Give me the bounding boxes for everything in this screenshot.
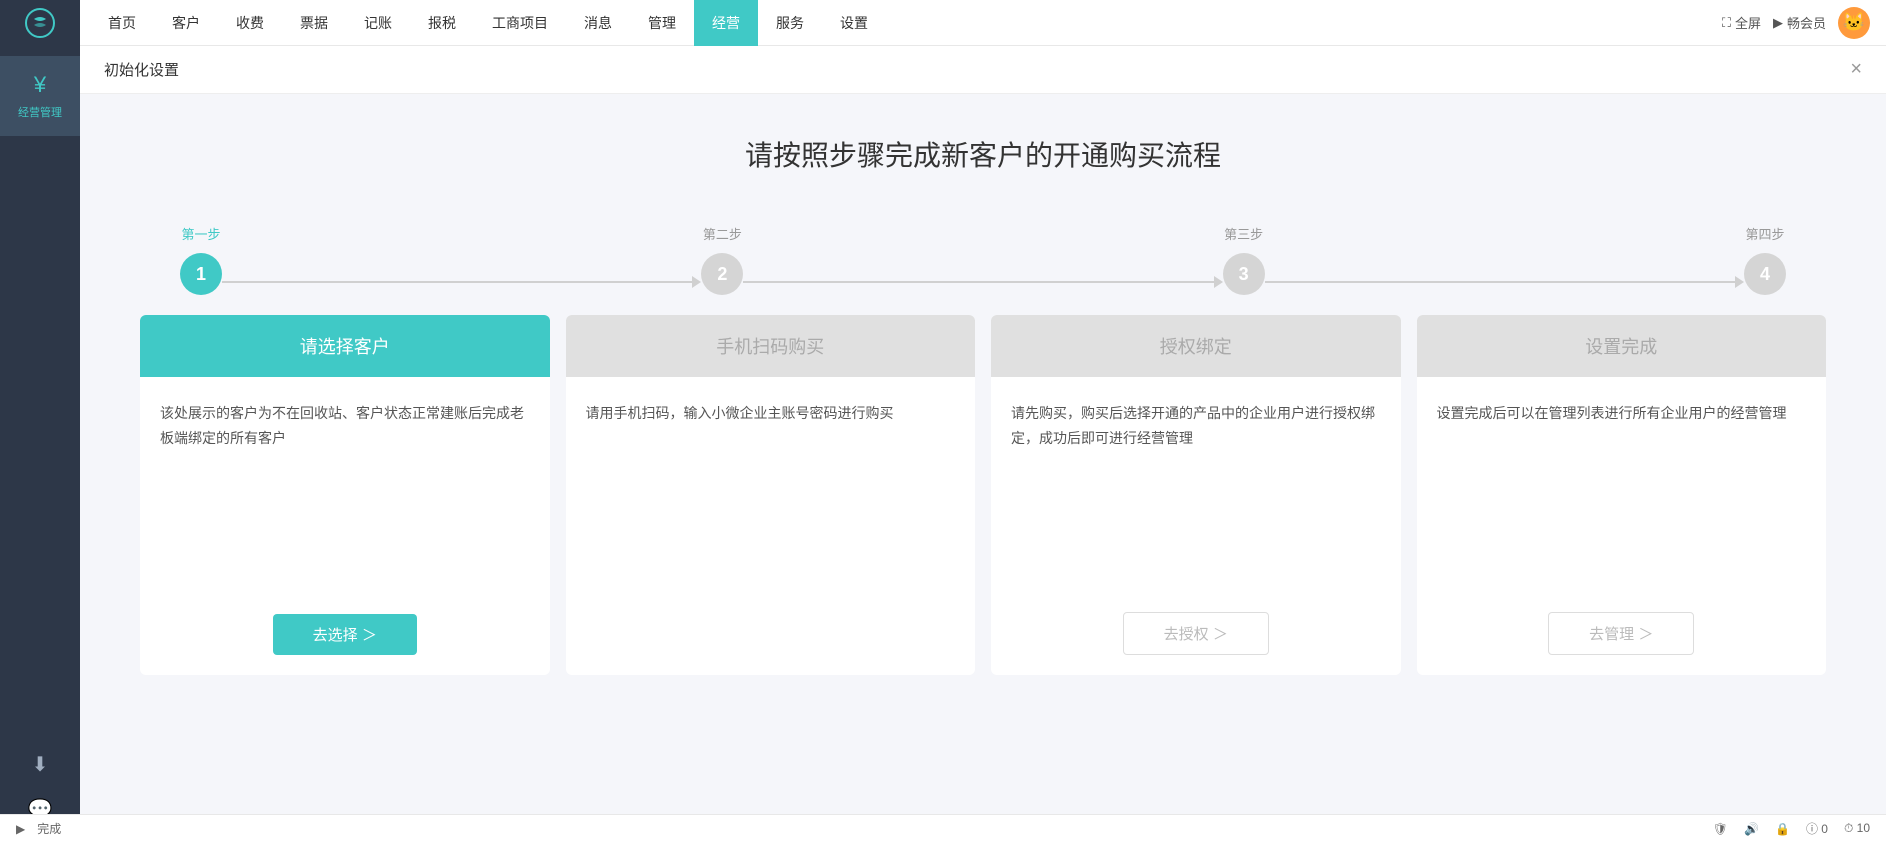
step-3-label: 第三步 [1224, 224, 1263, 243]
cards-row: 请选择客户 该处展示的客户为不在回收站、客户状态正常建账后完成老板端绑定的所有客… [140, 315, 1826, 675]
nav-home[interactable]: 首页 [90, 0, 154, 46]
nav-tax[interactable]: 报税 [410, 0, 474, 46]
step-1-label: 第一步 [181, 224, 220, 243]
nav-manage[interactable]: 管理 [630, 0, 694, 46]
nav-bill[interactable]: 票据 [282, 0, 346, 46]
app-logo [0, 0, 80, 46]
card-4-body: 设置完成后可以在管理列表进行所有企业用户的经营管理 [1417, 377, 1827, 592]
wizard-title: 请按照步骤完成新客户的开通购买流程 [140, 134, 1826, 174]
info-badge: ⓘ 0 [1806, 820, 1828, 837]
nav-settings[interactable]: 设置 [822, 0, 886, 46]
step-1: 第一步 1 [180, 224, 222, 295]
play-button[interactable]: ▶ [16, 822, 25, 836]
card-authorize: 授权绑定 请先购买，购买后选择开通的产品中的企业用户进行授权绑定，成功后即可进行… [991, 315, 1401, 675]
download-icon[interactable]: ⬇ [32, 752, 49, 777]
steps-row: 第一步 1 第二步 2 [140, 224, 1826, 315]
nav-account[interactable]: 记账 [346, 0, 410, 46]
step-2-label: 第二步 [703, 224, 742, 243]
card-3-body: 请先购买，购买后选择开通的产品中的企业用户进行授权绑定，成功后即可进行经营管理 [991, 377, 1401, 592]
avatar[interactable]: 🐱 [1838, 7, 1870, 39]
nav-menu: 首页 客户 收费 票据 记账 报税 工商项目 消息 管理 经营 服务 设置 [90, 0, 1722, 46]
step-2-circle: 2 [701, 253, 743, 295]
connector-1-2 [222, 224, 701, 288]
volume-icon: 🔊 [1744, 822, 1759, 836]
status-label: 完成 [37, 820, 61, 837]
statusbar: ▶ 完成 🛡 🔊 🔒 ⓘ 0 ⏱ 10 [0, 814, 1886, 842]
content-header: 初始化设置 × [80, 46, 1886, 94]
fullscreen-icon: ⛶ [1722, 15, 1731, 31]
nav-fee[interactable]: 收费 [218, 0, 282, 46]
nav-business[interactable]: 工商项目 [474, 0, 566, 46]
main-layout: ¥ 经营管理 ⬇ 💬 初始化设置 × 请按照步骤完成新客户的开通购买流程 第一步… [0, 46, 1886, 842]
go-authorize-button[interactable]: 去授权 ＞ [1123, 612, 1269, 655]
fullscreen-button[interactable]: ⛶ 全屏 [1722, 13, 1761, 32]
card-2-header: 手机扫码购买 [566, 315, 976, 377]
wizard-container: 请按照步骤完成新客户的开通购买流程 第一步 1 第二步 2 [80, 94, 1886, 715]
card-select-customer: 请选择客户 该处展示的客户为不在回收站、客户状态正常建账后完成老板端绑定的所有客… [140, 315, 550, 675]
topbar: 首页 客户 收费 票据 记账 报税 工商项目 消息 管理 经营 服务 设置 ⛶ … [0, 0, 1886, 46]
lock-icon: 🔒 [1775, 822, 1790, 836]
card-3-header: 授权绑定 [991, 315, 1401, 377]
step-1-circle: 1 [180, 253, 222, 295]
page-title: 初始化设置 [104, 59, 179, 80]
connector-2-3 [743, 224, 1222, 288]
operation-icon: ¥ [34, 72, 46, 98]
step-4-circle: 4 [1744, 253, 1786, 295]
step-4: 第四步 4 [1744, 224, 1786, 295]
step-3-circle: 3 [1223, 253, 1265, 295]
nav-service[interactable]: 服务 [758, 0, 822, 46]
statusbar-right: 🛡 🔊 🔒 ⓘ 0 ⏱ 10 [1713, 820, 1870, 837]
close-button[interactable]: × [1850, 58, 1862, 81]
card-3-footer: 去授权 ＞ [991, 592, 1401, 675]
card-2-body: 请用手机扫码，输入小微企业主账号密码进行购买 [566, 377, 976, 635]
step-4-label: 第四步 [1745, 224, 1784, 243]
step-3: 第三步 3 [1223, 224, 1265, 295]
step-2: 第二步 2 [701, 224, 743, 295]
sidebar-bottom: ⬇ 💬 [28, 752, 53, 822]
vip-button[interactable]: ▶ 畅会员 [1773, 13, 1826, 32]
timer-badge: ⏱ 10 [1844, 821, 1870, 836]
card-4-header: 设置完成 [1417, 315, 1827, 377]
main-content: 初始化设置 × 请按照步骤完成新客户的开通购买流程 第一步 1 第 [80, 46, 1886, 842]
go-manage-button[interactable]: 去管理 ＞ [1548, 612, 1694, 655]
card-1-header: 请选择客户 [140, 315, 550, 377]
go-select-button[interactable]: 去选择 ＞ [273, 614, 417, 655]
sidebar: ¥ 经营管理 ⬇ 💬 [0, 46, 80, 842]
card-complete: 设置完成 设置完成后可以在管理列表进行所有企业用户的经营管理 去管理 ＞ [1417, 315, 1827, 675]
nav-message[interactable]: 消息 [566, 0, 630, 46]
card-1-footer: 去选择 ＞ [140, 594, 550, 675]
connector-3-4 [1265, 224, 1744, 288]
nav-customer[interactable]: 客户 [154, 0, 218, 46]
topbar-right: ⛶ 全屏 ▶ 畅会员 🐱 [1722, 7, 1870, 39]
shield-icon: 🛡 [1713, 822, 1728, 836]
card-4-footer: 去管理 ＞ [1417, 592, 1827, 675]
nav-operation[interactable]: 经营 [694, 0, 758, 46]
sidebar-item-label: 经营管理 [18, 104, 62, 120]
vip-icon: ▶ [1773, 15, 1783, 31]
fullscreen-label: 全屏 [1735, 13, 1761, 32]
card-1-body: 该处展示的客户为不在回收站、客户状态正常建账后完成老板端绑定的所有客户 [140, 377, 550, 594]
card-scan-qr: 手机扫码购买 请用手机扫码，输入小微企业主账号密码进行购买 [566, 315, 976, 675]
sidebar-item-operation[interactable]: ¥ 经营管理 [0, 56, 80, 136]
card-2-footer [566, 635, 976, 675]
vip-label: 畅会员 [1787, 13, 1826, 32]
